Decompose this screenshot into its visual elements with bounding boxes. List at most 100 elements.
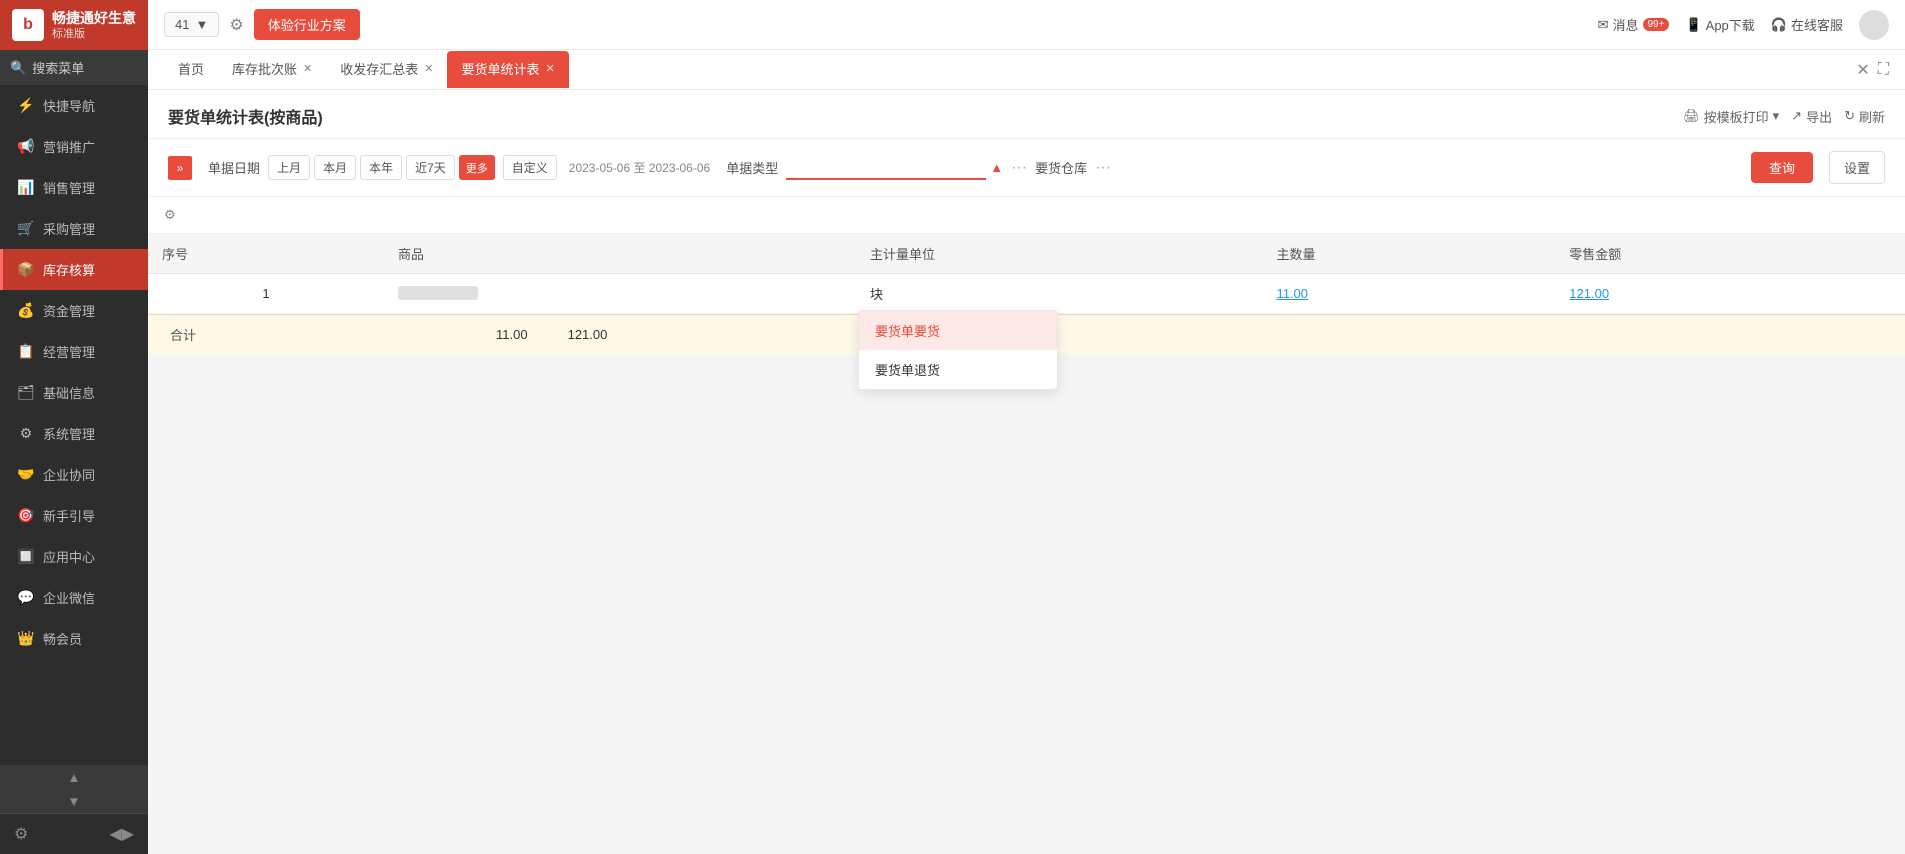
company-name: 41: [175, 17, 189, 32]
filter-expand-button[interactable]: »: [168, 156, 192, 180]
footer-quantity: 11.00: [496, 327, 528, 342]
date-btn-this-month[interactable]: 本月: [314, 155, 356, 180]
sidebar-item-finance[interactable]: 💰 资金管理: [0, 290, 148, 331]
app-brand: 畅捷通好生意 标准版: [52, 9, 136, 41]
page-title: 要货单统计表(按商品): [168, 104, 323, 128]
tab-close-all-button[interactable]: ✕: [1856, 60, 1869, 80]
refresh-icon: ↻: [1844, 108, 1855, 124]
avatar[interactable]: [1859, 10, 1889, 40]
col-header-unit: 主计量单位: [856, 234, 1262, 274]
online-service-item[interactable]: 🎧 在线客服: [1771, 15, 1843, 34]
tab-close-order-stat[interactable]: ✕: [546, 62, 555, 75]
nav-icon-system: ⚙: [17, 425, 35, 442]
chevron-down-icon: ▼: [195, 17, 208, 32]
filter-settings-button[interactable]: 设置: [1829, 151, 1885, 184]
sidebar-item-marketing[interactable]: 📢营销推广: [0, 126, 148, 167]
sidebar-item-enterprise[interactable]: 🤝企业协同: [0, 454, 148, 495]
type-dropdown: 要货单要货 要货单退货: [858, 310, 1058, 390]
sidebar-item-operations[interactable]: 📋经营管理: [0, 331, 148, 372]
refresh-button[interactable]: ↻ 刷新: [1844, 107, 1885, 126]
print-button[interactable]: 🖨 按模板打印 ▾: [1683, 107, 1779, 126]
cell-quantity[interactable]: 11.00: [1262, 274, 1555, 314]
sidebar-item-purchase[interactable]: 🛒采购管理: [0, 208, 148, 249]
phone-icon: 📱: [1685, 17, 1701, 33]
search-menu-item[interactable]: 🔍 搜索菜单: [0, 50, 148, 85]
dropdown-item-purchase-order[interactable]: 要货单要货: [859, 311, 1057, 350]
message-badge: 99+: [1643, 18, 1670, 31]
date-btn-this-year[interactable]: 本年: [360, 155, 402, 180]
date-quick-btns: 上月 本月 本年 近7天 更多: [268, 155, 495, 180]
sidebar-item-quick-nav[interactable]: ⚡快捷导航: [0, 85, 148, 126]
settings-icon[interactable]: ⚙: [14, 824, 28, 844]
export-button[interactable]: ↗ 导出: [1791, 107, 1832, 126]
table-settings-icon[interactable]: ⚙: [164, 207, 176, 223]
collapse-icon[interactable]: ◀▶: [109, 824, 134, 844]
type-filter-input[interactable]: [786, 155, 986, 180]
sidebar-item-newbie[interactable]: 🎯新手引导: [0, 495, 148, 536]
nav-icon-member: 👑: [17, 630, 35, 647]
col-header-quantity: 主数量: [1262, 234, 1555, 274]
sidebar-item-member[interactable]: 👑畅会员: [0, 618, 148, 659]
warehouse-more-button[interactable]: ···: [1095, 159, 1111, 177]
col-header-product: 商品: [384, 234, 856, 274]
sidebar-item-inventory[interactable]: 📦库存核算: [0, 249, 148, 290]
sidebar-item-basic[interactable]: 🗂基础信息: [0, 372, 148, 413]
tab-close-receive-summary[interactable]: ✕: [424, 62, 433, 75]
trial-button[interactable]: 体验行业方案: [254, 9, 360, 40]
date-more-button[interactable]: 更多: [459, 155, 495, 180]
sidebar-footer: ⚙ ◀▶: [0, 813, 148, 854]
sidebar-item-wechat[interactable]: 💬企业微信: [0, 577, 148, 618]
sidebar-header: b 畅捷通好生意 标准版: [0, 0, 148, 50]
cell-amount[interactable]: 121.00: [1555, 274, 1905, 314]
nav-icon-app-center: 🔲: [17, 548, 35, 565]
sidebar-item-app-center[interactable]: 🔲应用中心: [0, 536, 148, 577]
nav-icon-basic: 🗂: [17, 384, 35, 401]
message-item[interactable]: ✉ 消息 99+: [1598, 15, 1670, 34]
sidebar-scroll-up[interactable]: ▲: [0, 765, 148, 789]
nav-icon-enterprise: 🤝: [17, 466, 35, 483]
filter-bar: » 单据日期 上月 本月 本年 近7天 更多 自定义 2023-05-06 至 …: [148, 139, 1905, 197]
dropdown-item-purchase-return[interactable]: 要货单退货: [859, 350, 1057, 389]
search-icon: 🔍: [10, 60, 26, 76]
date-btn-last-month[interactable]: 上月: [268, 155, 310, 180]
nav-icon-inventory: 📦: [17, 261, 35, 278]
sidebar-item-system[interactable]: ⚙系统管理: [0, 413, 148, 454]
nav-label-marketing: 营销推广: [43, 137, 95, 156]
tab-inventory-batch[interactable]: 库存批次账 ✕: [218, 51, 326, 88]
nav-label-newbie: 新手引导: [43, 506, 95, 525]
tabs-actions: ✕ ⛶: [1856, 60, 1889, 80]
tab-home[interactable]: 首页: [164, 51, 218, 88]
date-custom-button[interactable]: 自定义: [503, 155, 557, 180]
nav-icon-wechat: 💬: [17, 589, 35, 606]
nav-label-finance: 资金管理: [43, 301, 95, 320]
date-btn-7days[interactable]: 近7天: [406, 155, 455, 180]
query-button[interactable]: 查询: [1751, 152, 1813, 183]
type-chevron-up-icon[interactable]: ▲: [990, 160, 1003, 175]
footer-summary-label: 合计: [162, 325, 196, 344]
warehouse-filter-label: 要货仓库: [1035, 158, 1087, 177]
tabs-bar: 首页 库存批次账 ✕ 收发存汇总表 ✕ 要货单统计表 ✕ ✕ ⛶: [148, 50, 1905, 90]
tab-receive-summary[interactable]: 收发存汇总表 ✕: [326, 51, 447, 88]
type-filter-label: 单据类型: [726, 158, 778, 177]
nav-label-quick-nav: 快捷导航: [43, 96, 95, 115]
tab-close-inventory-batch[interactable]: ✕: [303, 62, 312, 75]
nav-icon-finance: 💰: [17, 302, 35, 319]
nav-icon-sales: 📊: [17, 179, 35, 196]
gear-icon[interactable]: ⚙: [229, 15, 243, 35]
sidebar-item-sales[interactable]: 📊销售管理: [0, 167, 148, 208]
company-selector[interactable]: 41 ▼: [164, 12, 219, 37]
app-download-item[interactable]: 📱 App下载: [1685, 15, 1754, 34]
message-icon: ✉: [1598, 17, 1609, 33]
tab-expand-button[interactable]: ⛶: [1878, 61, 1889, 79]
data-table-wrap: ⚙ 序号 商品 主计量单位 主数量 零售金额 1: [148, 197, 1905, 314]
table-toolbar: ⚙: [148, 197, 1905, 234]
app-logo: b: [12, 9, 44, 41]
filter-more-button[interactable]: ···: [1011, 159, 1027, 177]
tab-order-stat[interactable]: 要货单统计表 ✕: [447, 51, 568, 88]
expand-icon: »: [177, 161, 184, 175]
main-area: 41 ▼ ⚙ 体验行业方案 ✉ 消息 99+ 📱 App下载 🎧 在线客服: [148, 0, 1905, 854]
footer-amount: 121.00: [568, 327, 608, 342]
content-area: 要货单统计表(按商品) 🖨 按模板打印 ▾ ↗ 导出 ↻ 刷新: [148, 90, 1905, 854]
sidebar-scroll-down[interactable]: ▼: [0, 789, 148, 813]
sidebar: b 畅捷通好生意 标准版 🔍 搜索菜单 ⚡快捷导航📢营销推广📊销售管理🛒采购管理…: [0, 0, 148, 854]
